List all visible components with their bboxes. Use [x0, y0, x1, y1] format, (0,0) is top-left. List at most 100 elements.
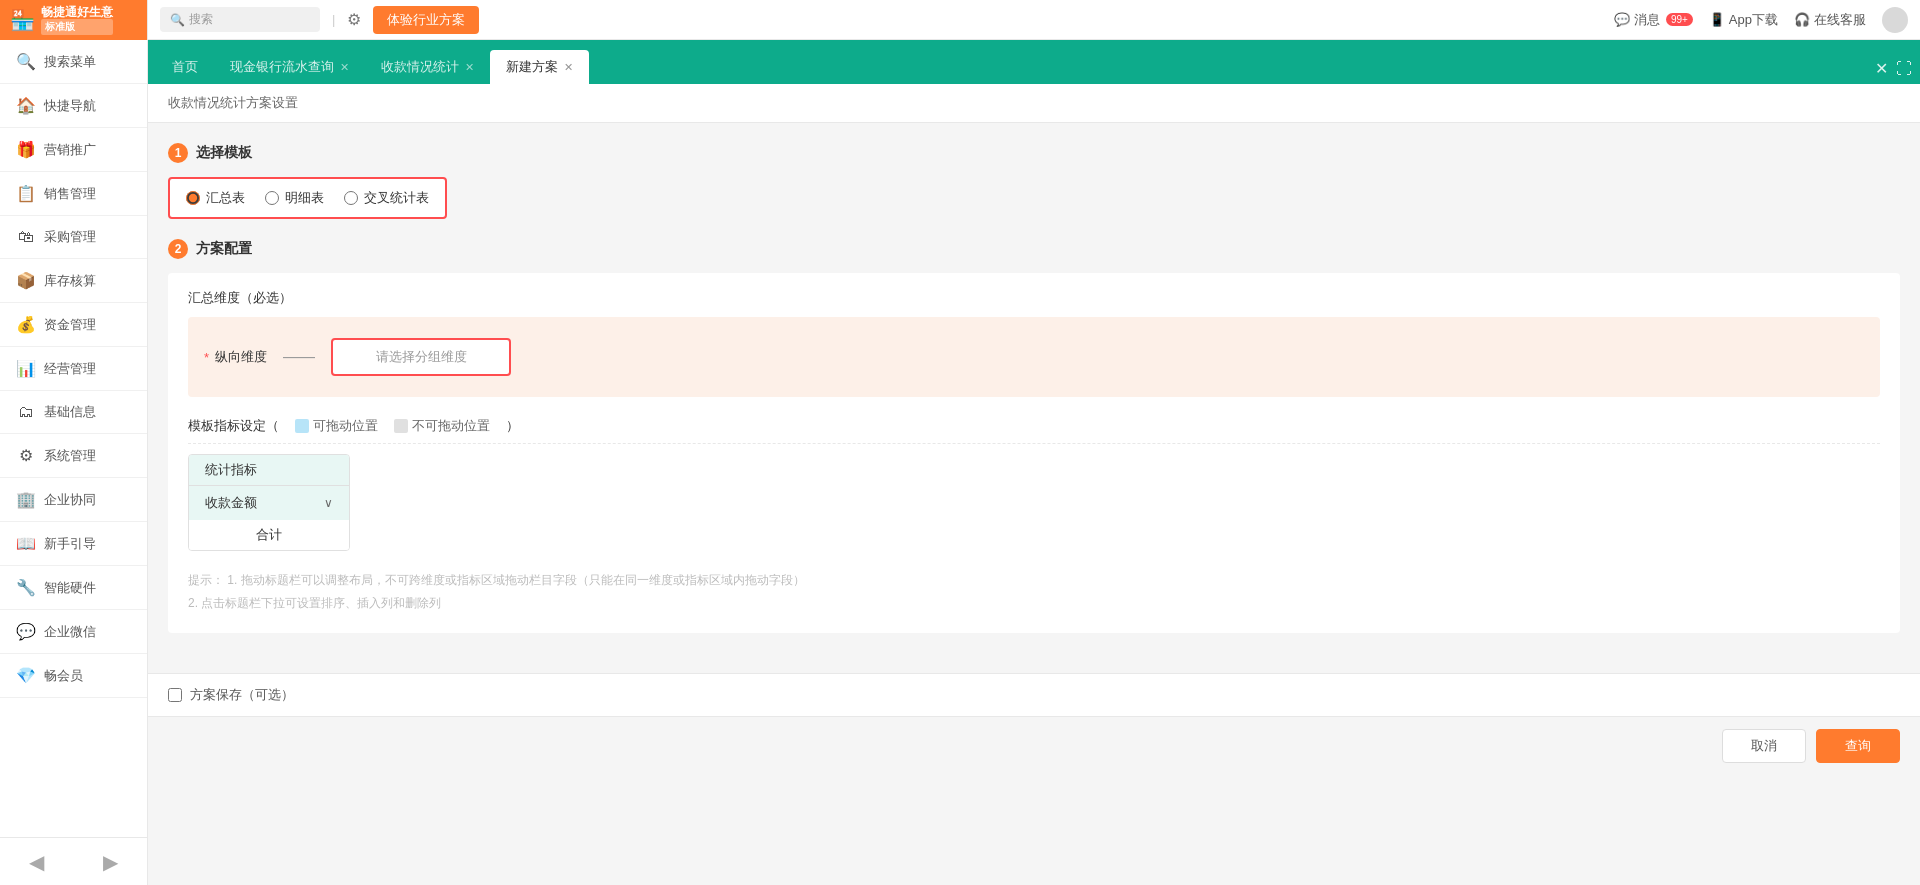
sidebar-item-sales[interactable]: 📋销售管理	[0, 172, 147, 216]
sidebar-label-search: 搜索菜单	[44, 53, 96, 71]
indicator-table: 统计指标 收款金额 ∨ 合计	[188, 454, 350, 551]
tab-home[interactable]: 首页	[156, 50, 214, 84]
sidebar-item-collab[interactable]: 🏢企业协同	[0, 478, 147, 522]
draggable-legend-box	[295, 419, 309, 433]
message-icon: 💬	[1614, 12, 1630, 27]
sidebar-icon-hardware: 🔧	[16, 578, 36, 597]
step2-title: 方案配置	[196, 240, 252, 258]
message-button[interactable]: 💬 消息 99+	[1614, 11, 1693, 29]
main-area: 🔍 搜索 | ⚙ 体验行业方案 💬 消息 99+ 📱 App下载 🎧 在线客服	[148, 0, 1920, 885]
sidebar-bottom: ◀ ▶	[0, 837, 147, 885]
sidebar-item-purchase[interactable]: 🛍采购管理	[0, 216, 147, 259]
dropdown-icon[interactable]: ∨	[324, 496, 333, 510]
radio-cross[interactable]: 交叉统计表	[344, 189, 429, 207]
sidebar-icon-marketing: 🎁	[16, 140, 36, 159]
sidebar-item-inventory[interactable]: 📦库存核算	[0, 259, 147, 303]
indicator-cell-sub: 合计	[189, 520, 349, 550]
gear-icon[interactable]: ⚙	[347, 10, 361, 29]
sidebar-icon-basic: 🗂	[16, 403, 36, 421]
breadcrumb-text: 收款情况统计方案设置	[168, 95, 298, 110]
legend-draggable: 可拖动位置	[295, 417, 378, 435]
sidebar-icon-member: 💎	[16, 666, 36, 685]
tip1-text: 提示： 1. 拖动标题栏可以调整布局，不可跨维度或指标区域拖动栏目字段（只能在同…	[188, 571, 1880, 590]
legend-fixed-label: 不可拖动位置	[412, 417, 490, 435]
user-avatar[interactable]	[1882, 7, 1908, 33]
topbar-search[interactable]: 🔍 搜索	[160, 7, 320, 32]
sidebar-label-member: 畅会员	[44, 667, 83, 685]
radio-detail-input[interactable]	[265, 191, 279, 205]
sidebar-label-collab: 企业协同	[44, 491, 96, 509]
sidebar-item-marketing[interactable]: 🎁营销推广	[0, 128, 147, 172]
search-placeholder: 搜索	[189, 11, 213, 28]
tab-label-receipts: 收款情况统计	[381, 58, 459, 76]
save-checkbox[interactable]	[168, 688, 182, 702]
sidebar-label-quick-nav: 快捷导航	[44, 97, 96, 115]
save-label: 方案保存（可选）	[190, 686, 294, 704]
sidebar-item-basic[interactable]: 🗂基础信息	[0, 391, 147, 434]
sidebar-label-sales: 销售管理	[44, 185, 96, 203]
sidebar-item-operation[interactable]: 📊经营管理	[0, 347, 147, 391]
radio-cross-input[interactable]	[344, 191, 358, 205]
template-selection-box: 汇总表 明细表 交叉统计表	[168, 177, 447, 219]
sidebar-icon-search: 🔍	[16, 52, 36, 71]
dim-select-box[interactable]: 请选择分组维度	[331, 338, 511, 376]
config-section: 汇总维度（必选） * 纵向维度 —— 请选择分组维度 模板指标设定（	[168, 273, 1900, 633]
tab-close-new-plan[interactable]: ✕	[564, 61, 573, 74]
sidebar-label-finance: 资金管理	[44, 316, 96, 334]
maximize-icon[interactable]: ⛶	[1896, 60, 1912, 78]
tips-section: 提示： 1. 拖动标题栏可以调整布局，不可跨维度或指标区域拖动栏目字段（只能在同…	[188, 571, 1880, 613]
sidebar-icon-operation: 📊	[16, 359, 36, 378]
cancel-button[interactable]: 取消	[1722, 729, 1806, 763]
step1-section: 1 选择模板 汇总表 明细表	[168, 143, 1900, 219]
sidebar-label-inventory: 库存核算	[44, 272, 96, 290]
sidebar-collapse-btn[interactable]: ◀	[0, 838, 74, 885]
sidebar-item-system[interactable]: ⚙系统管理	[0, 434, 147, 478]
step2-number: 2	[168, 239, 188, 259]
tab-new-plan[interactable]: 新建方案 ✕	[490, 50, 589, 84]
message-badge: 99+	[1666, 13, 1693, 26]
sidebar-expand-btn[interactable]: ▶	[74, 838, 148, 885]
indicator-cell[interactable]: 收款金额 ∨	[189, 486, 349, 520]
tab-bank[interactable]: 现金银行流水查询 ✕	[214, 50, 365, 84]
trial-button[interactable]: 体验行业方案	[373, 6, 479, 34]
indicator-cell-label: 收款金额	[205, 494, 257, 512]
topbar: 🔍 搜索 | ⚙ 体验行业方案 💬 消息 99+ 📱 App下载 🎧 在线客服	[148, 0, 1920, 40]
tabbar-actions: ✕ ⛶	[1875, 59, 1912, 84]
sidebar-item-hardware[interactable]: 🔧智能硬件	[0, 566, 147, 610]
radio-summary-input[interactable]	[186, 191, 200, 205]
page-breadcrumb: 收款情况统计方案设置	[148, 84, 1920, 123]
sidebar-icon-finance: 💰	[16, 315, 36, 334]
radio-summary[interactable]: 汇总表	[186, 189, 245, 207]
sidebar-item-finance[interactable]: 💰 资金管理	[0, 303, 147, 347]
tab-close-receipts[interactable]: ✕	[465, 61, 474, 74]
service-icon: 🎧	[1794, 12, 1810, 27]
tab-label-bank: 现金银行流水查询	[230, 58, 334, 76]
close-window-icon[interactable]: ✕	[1875, 59, 1888, 78]
tab-close-bank[interactable]: ✕	[340, 61, 349, 74]
step1-number: 1	[168, 143, 188, 163]
sidebar-item-quick-nav[interactable]: 🏠快捷导航	[0, 84, 147, 128]
confirm-button[interactable]: 查询	[1816, 729, 1900, 763]
sidebar-item-search[interactable]: 🔍 搜索菜单	[0, 40, 147, 84]
sidebar: 🏪 畅捷通好生意 标准版 🔍 搜索菜单 🏠快捷导航🎁营销推广📋销售管理🛍采购管理📦库…	[0, 0, 148, 885]
sidebar-logo: 🏪 畅捷通好生意 标准版	[0, 0, 147, 40]
sidebar-icon-purchase: 🛍	[16, 228, 36, 246]
tab-label-new-plan: 新建方案	[506, 58, 558, 76]
sidebar-item-wecom[interactable]: 💬企业微信	[0, 610, 147, 654]
download-button[interactable]: 📱 App下载	[1709, 11, 1778, 29]
sidebar-item-member[interactable]: 💎 畅会员	[0, 654, 147, 698]
required-mark: *	[204, 350, 209, 365]
indicator-title: 模板指标设定（	[188, 417, 279, 435]
download-icon: 📱	[1709, 12, 1725, 27]
sidebar-label-wecom: 企业微信	[44, 623, 96, 641]
message-label: 消息	[1634, 11, 1660, 29]
sidebar-item-guide[interactable]: 📖新手引导	[0, 522, 147, 566]
radio-cross-label: 交叉统计表	[364, 189, 429, 207]
service-button[interactable]: 🎧 在线客服	[1794, 11, 1866, 29]
sidebar-icon-system: ⚙	[16, 446, 36, 465]
dim-title-text: 纵向维度	[215, 348, 267, 366]
logo-tag: 标准版	[41, 19, 113, 35]
tab-receipts[interactable]: 收款情况统计 ✕	[365, 50, 490, 84]
radio-detail[interactable]: 明细表	[265, 189, 324, 207]
dimension-label-text: 汇总维度（必选）	[188, 290, 292, 305]
